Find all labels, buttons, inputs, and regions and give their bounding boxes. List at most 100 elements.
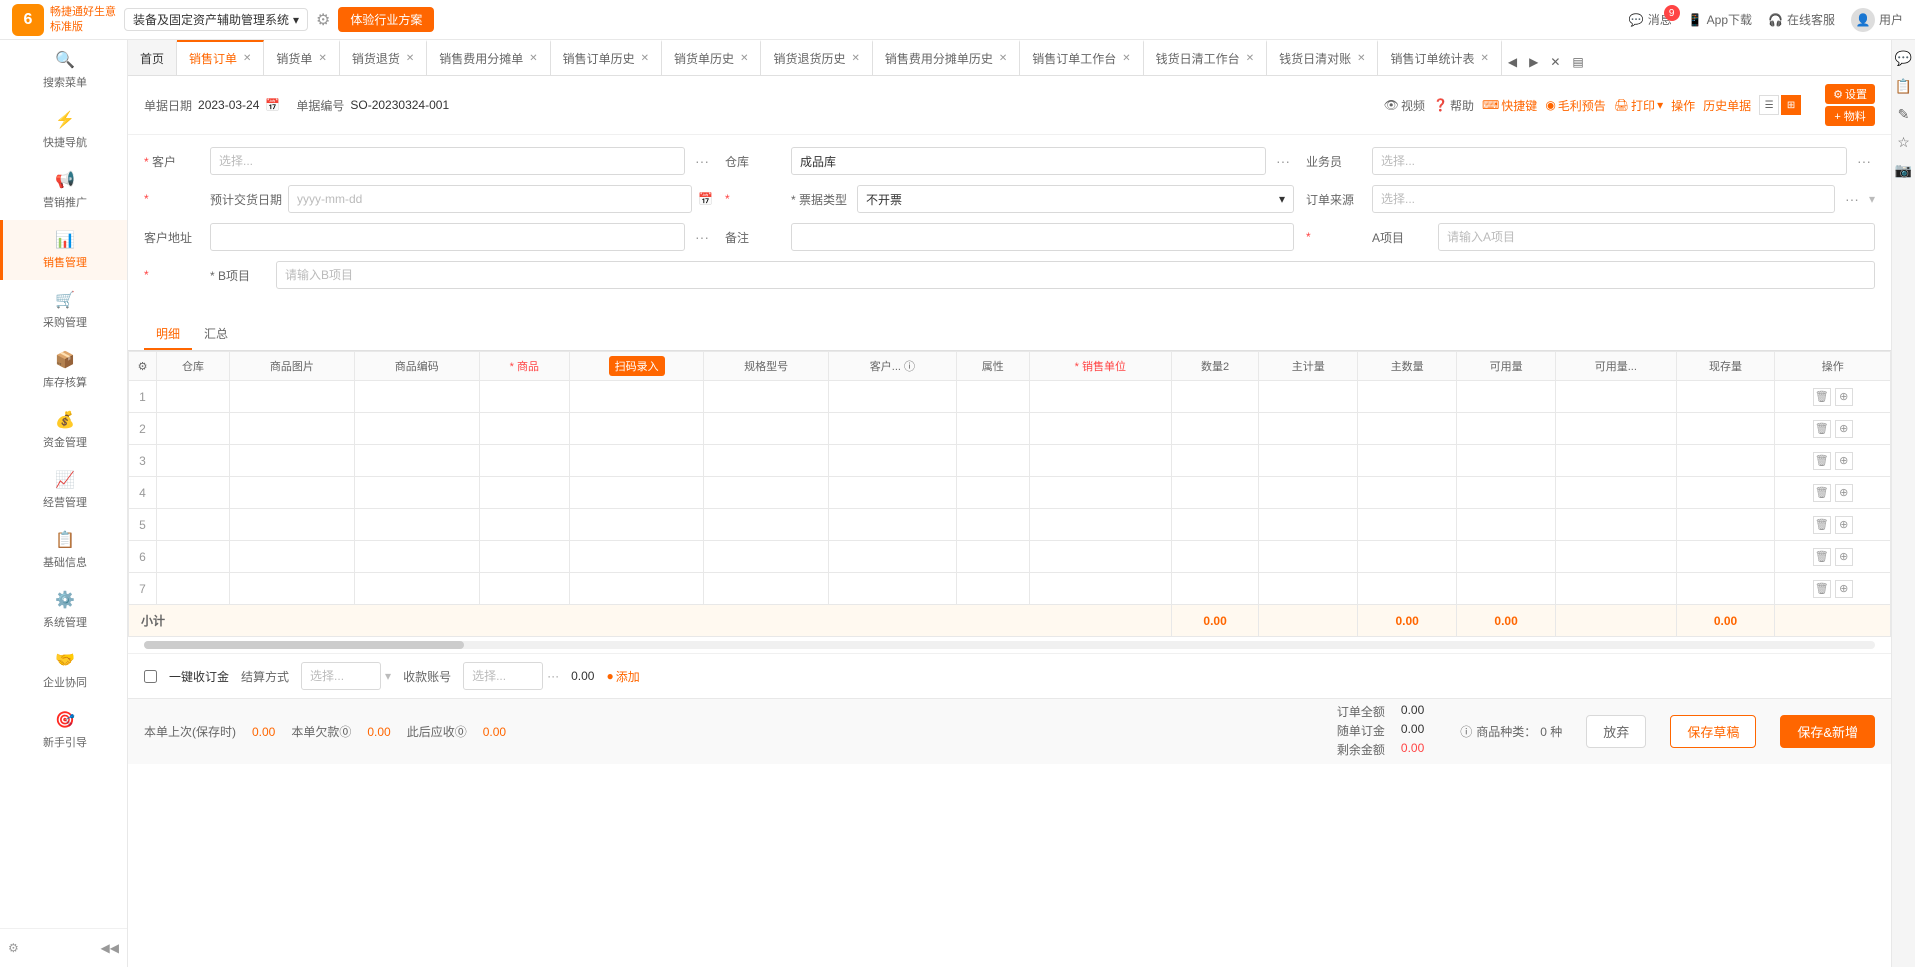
scan-button[interactable]: 扫码录入 — [609, 356, 665, 376]
tab-close-icon[interactable]: ✕ — [318, 53, 326, 64]
sidebar-item-system[interactable]: ⚙️ 系统管理 — [0, 580, 127, 640]
scroll-thumb[interactable] — [144, 641, 464, 649]
gear-icon[interactable]: ⚙ — [316, 10, 330, 30]
customer-ellipsis-icon[interactable]: ··· — [691, 153, 713, 169]
a-project-input[interactable] — [1438, 223, 1875, 251]
delivery-date-input[interactable] — [288, 185, 692, 213]
view-action[interactable]: 👁 视频 — [1384, 97, 1425, 114]
calendar-icon[interactable]: 📅 — [265, 98, 280, 112]
address-ellipsis-icon[interactable]: ··· — [691, 229, 713, 245]
help-action[interactable]: ❓ 帮助 — [1433, 97, 1474, 114]
operate-action[interactable]: 操作 — [1671, 97, 1695, 114]
row-delete-btn[interactable]: 🗑 — [1813, 388, 1831, 406]
tab-home[interactable]: 首页 — [128, 40, 177, 75]
list-view-btn[interactable]: ☰ — [1759, 95, 1779, 115]
customer-input[interactable] — [210, 147, 685, 175]
tab-sales-slip[interactable]: 销货单 ✕ — [264, 40, 339, 75]
remark-input[interactable] — [791, 223, 1294, 251]
tab-daily-reconcile[interactable]: 钱货日清对账 ✕ — [1267, 40, 1378, 75]
row-copy-btn[interactable]: ⊕ — [1835, 452, 1853, 470]
tab-fee-history[interactable]: 销售费用分摊单历史 ✕ — [873, 40, 1020, 75]
tab-daily-workspace[interactable]: 钱货日清工作台 ✕ — [1144, 40, 1267, 75]
col-scan[interactable]: 扫码录入 — [569, 352, 703, 381]
tab-close-icon[interactable]: ✕ — [641, 53, 649, 64]
tab-close-icon[interactable]: ✕ — [406, 53, 414, 64]
tab-order-workspace[interactable]: 销售订单工作台 ✕ — [1020, 40, 1143, 75]
tab-close-icon[interactable]: ✕ — [243, 53, 251, 64]
sidebar-item-finance[interactable]: 💰 资金管理 — [0, 400, 127, 460]
tab-sales-slip-history[interactable]: 销货单历史 ✕ — [662, 40, 761, 75]
receipt-ellipsis-icon[interactable]: ··· — [547, 669, 559, 683]
tab-detail[interactable]: 明细 — [144, 319, 192, 350]
system-title-dropdown[interactable]: 装备及固定资产辅助管理系统 ▾ — [124, 8, 308, 31]
sidebar-collapse-icon[interactable]: ◀◀ — [101, 941, 119, 955]
settlement-select[interactable] — [301, 662, 381, 690]
grid-view-btn[interactable]: ⊞ — [1781, 95, 1801, 115]
one-click-checkbox[interactable] — [144, 670, 157, 683]
trial-solution-button[interactable]: 体验行业方案 — [338, 7, 434, 32]
sidebar-item-search[interactable]: 🔍 搜索菜单 — [0, 40, 127, 100]
row-copy-btn[interactable]: ⊕ — [1835, 580, 1853, 598]
sidebar-item-guide[interactable]: 🎯 新手引导 — [0, 700, 127, 760]
row-delete-btn[interactable]: 🗑 — [1813, 484, 1831, 502]
row-delete-btn[interactable]: 🗑 — [1813, 420, 1831, 438]
warehouse-select[interactable]: 成品库 — [791, 147, 1266, 175]
add-material-button[interactable]: + 物料 — [1825, 106, 1875, 126]
sidebar-item-purchase[interactable]: 🛒 采购管理 — [0, 280, 127, 340]
online-service-button[interactable]: 🎧 在线客服 — [1768, 11, 1835, 28]
save-new-button[interactable]: 保存&新增 — [1780, 715, 1875, 748]
print-action[interactable]: 🖨 打印 ▾ — [1614, 97, 1663, 114]
row-delete-btn[interactable]: 🗑 — [1813, 548, 1831, 566]
delivery-calendar-icon[interactable]: 📅 — [698, 192, 713, 206]
sidebar-item-sales[interactable]: 📊 销售管理 — [0, 220, 127, 280]
row-delete-btn[interactable]: 🗑 — [1813, 452, 1831, 470]
tab-close-icon[interactable]: ✕ — [1246, 53, 1254, 64]
discard-button[interactable]: 放弃 — [1586, 715, 1646, 748]
row-copy-btn[interactable]: ⊕ — [1835, 484, 1853, 502]
order-source-input[interactable] — [1372, 185, 1835, 213]
row-copy-btn[interactable]: ⊕ — [1835, 516, 1853, 534]
tab-menu-arrow[interactable]: ▤ — [1566, 49, 1589, 75]
tab-return-history[interactable]: 销货退货历史 ✕ — [761, 40, 872, 75]
row-delete-btn[interactable]: 🗑 — [1813, 580, 1831, 598]
sidebar-gear-icon[interactable]: ⚙ — [8, 941, 19, 955]
tab-close-icon[interactable]: ✕ — [740, 53, 748, 64]
right-photo-btn[interactable]: 📷 — [1894, 160, 1914, 180]
save-draft-button[interactable]: 保存草稿 — [1670, 715, 1756, 748]
tab-sales-statistics[interactable]: 销售订单统计表 ✕ — [1378, 40, 1501, 75]
sidebar-item-basic[interactable]: 📋 基础信息 — [0, 520, 127, 580]
shortcut-action[interactable]: ⌨ 快捷键 — [1482, 97, 1537, 114]
tab-next-arrow[interactable]: ▶ — [1523, 49, 1544, 75]
warehouse-ellipsis-icon[interactable]: ··· — [1272, 153, 1294, 169]
salesperson-ellipsis-icon[interactable]: ··· — [1853, 153, 1875, 169]
user-menu[interactable]: 👤 用户 — [1851, 8, 1903, 32]
row-copy-btn[interactable]: ⊕ — [1835, 548, 1853, 566]
app-download-button[interactable]: 📱 App下载 — [1688, 11, 1752, 28]
receipt-account-input[interactable] — [463, 662, 543, 690]
tab-close-all[interactable]: ✕ — [1544, 49, 1566, 75]
sidebar-item-quicknav[interactable]: ⚡ 快捷导航 — [0, 100, 127, 160]
sidebar-item-marketing[interactable]: 📢 营销推广 — [0, 160, 127, 220]
sidebar-item-inventory[interactable]: 📦 库存核算 — [0, 340, 127, 400]
tab-close-icon[interactable]: ✕ — [1122, 53, 1130, 64]
history-action[interactable]: 历史单据 — [1703, 97, 1751, 114]
tab-sales-order-history[interactable]: 销售订单历史 ✕ — [551, 40, 662, 75]
row-copy-btn[interactable]: ⊕ — [1835, 420, 1853, 438]
sidebar-item-enterprise[interactable]: 🤝 企业协同 — [0, 640, 127, 700]
sidebar-item-operations[interactable]: 📈 经营管理 — [0, 460, 127, 520]
right-chat-btn[interactable]: 💬 — [1894, 48, 1914, 68]
tab-close-icon[interactable]: ✕ — [851, 53, 859, 64]
tab-close-icon[interactable]: ✕ — [1481, 53, 1489, 64]
row-delete-btn[interactable]: 🗑 — [1813, 516, 1831, 534]
right-clipboard-btn[interactable]: 📋 — [1894, 76, 1914, 96]
salesperson-input[interactable] — [1372, 147, 1847, 175]
profit-action[interactable]: ◉ 毛利预告 — [1545, 97, 1606, 114]
add-payment-button[interactable]: ● 添加 — [606, 668, 639, 685]
address-input[interactable] — [210, 223, 685, 251]
tab-summary[interactable]: 汇总 — [192, 319, 240, 350]
b-project-input[interactable] — [276, 261, 1875, 289]
order-source-ellipsis-icon[interactable]: ··· — [1841, 191, 1863, 207]
tab-sales-fee[interactable]: 销售费用分摊单 ✕ — [427, 40, 550, 75]
settings-button[interactable]: ⚙ 设置 — [1825, 84, 1875, 104]
horizontal-scrollbar[interactable] — [144, 641, 1875, 649]
